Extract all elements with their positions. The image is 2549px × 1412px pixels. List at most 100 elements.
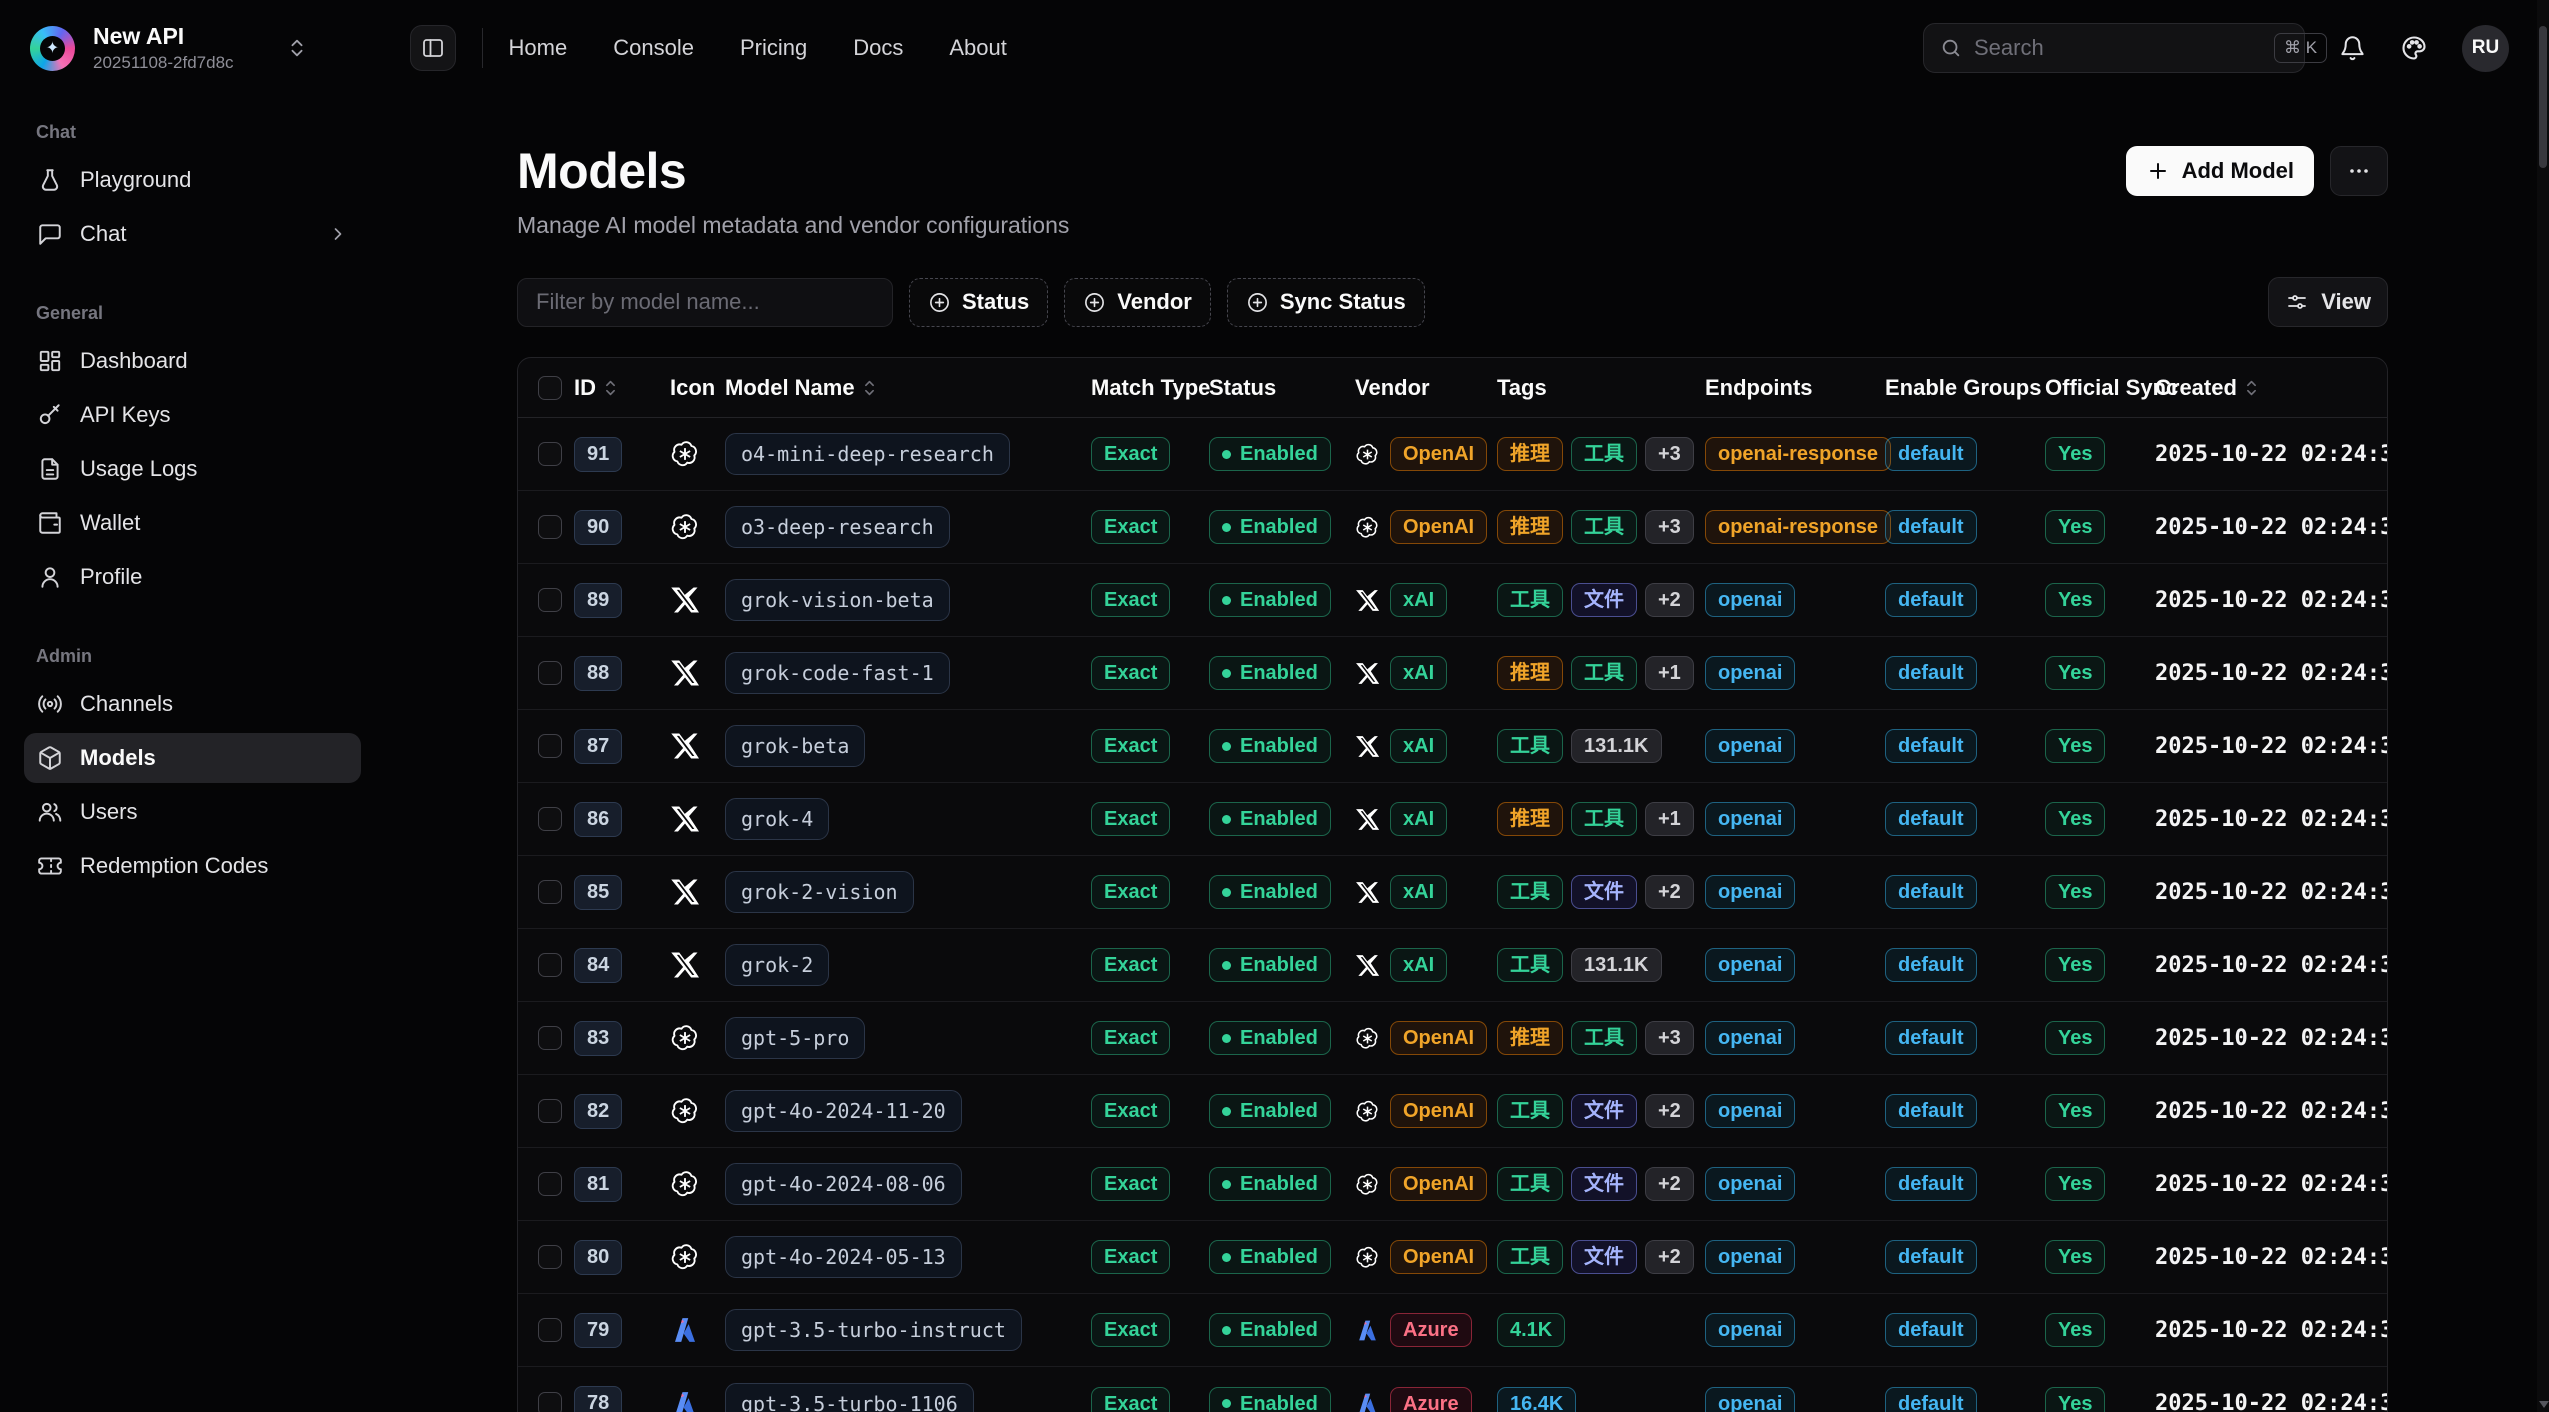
- official-sync-badge: Yes: [2045, 583, 2105, 617]
- created-cell: 2025-10-22 02:24:3: [2155, 442, 2387, 467]
- status-dot: [1222, 1253, 1231, 1262]
- model-name-chip: gpt-4o-2024-08-06: [725, 1163, 962, 1205]
- row-checkbox[interactable]: [538, 734, 562, 758]
- column-header-match: Match Type: [1091, 375, 1210, 401]
- row-checkbox[interactable]: [538, 515, 562, 539]
- created-cell: 2025-10-22 02:24:3: [2155, 515, 2387, 540]
- nav-link-console[interactable]: Console: [613, 35, 694, 61]
- created-cell: 2025-10-22 02:24:3: [2155, 1391, 2387, 1412]
- row-checkbox[interactable]: [538, 1099, 562, 1123]
- brand[interactable]: New API 20251108-2fd7d8c: [30, 23, 234, 73]
- sort-icon[interactable]: [2245, 378, 2258, 398]
- filter-sync-status-button[interactable]: Sync Status: [1227, 278, 1425, 327]
- add-model-button[interactable]: Add Model: [2126, 146, 2314, 196]
- more-actions-button[interactable]: [2330, 146, 2388, 196]
- table-row[interactable]: 85 grok-2-vision Exact Enabled xAI 工具文件+…: [518, 856, 2387, 929]
- sidebar-toggle-button[interactable]: [410, 25, 456, 71]
- row-checkbox[interactable]: [538, 661, 562, 685]
- tag-badge: 16.4K: [1497, 1387, 1576, 1412]
- sort-icon[interactable]: [863, 378, 876, 398]
- row-id-badge: 81: [574, 1167, 622, 1202]
- user-avatar[interactable]: RU: [2462, 25, 2509, 72]
- model-icon: [670, 1389, 725, 1412]
- scrollbar-down-arrow[interactable]: [2539, 1401, 2549, 1408]
- model-name-chip: gpt-3.5-turbo-1106: [725, 1383, 974, 1412]
- table-row[interactable]: 79 gpt-3.5-turbo-instruct Exact Enabled …: [518, 1294, 2387, 1367]
- model-name-filter-input[interactable]: [517, 278, 893, 327]
- chevrons-up-down-icon[interactable]: [286, 37, 308, 59]
- row-checkbox[interactable]: [538, 1392, 562, 1412]
- sidebar-item-users[interactable]: Users: [24, 787, 361, 837]
- status-label: Enabled: [1240, 1320, 1318, 1340]
- sidebar-item-chat[interactable]: Chat: [24, 209, 361, 259]
- created-cell: 2025-10-22 02:24:3: [2155, 1172, 2387, 1197]
- sidebar-item-redemption-codes[interactable]: Redemption Codes: [24, 841, 361, 891]
- sidebar-item-wallet[interactable]: Wallet: [24, 498, 361, 548]
- tag-badge: 推理: [1497, 510, 1563, 544]
- endpoint-badge: openai: [1705, 948, 1795, 982]
- sidebar-item-profile[interactable]: Profile: [24, 552, 361, 602]
- tag-badge: 文件: [1571, 583, 1637, 617]
- table-row[interactable]: 84 grok-2 Exact Enabled xAI 工具131.1K ope…: [518, 929, 2387, 1002]
- vendor-icon: [1355, 807, 1380, 832]
- official-sync-badge: Yes: [2045, 1313, 2105, 1347]
- endpoint-badge: openai: [1705, 1387, 1795, 1412]
- row-id-badge: 91: [574, 437, 622, 472]
- broadcast-icon: [37, 691, 63, 717]
- model-name-chip: gpt-3.5-turbo-instruct: [725, 1309, 1022, 1351]
- table-row[interactable]: 91 o4-mini-deep-research Exact Enabled O…: [518, 418, 2387, 491]
- model-icon: [670, 950, 725, 980]
- page-scrollbar[interactable]: [2537, 0, 2549, 1412]
- table-row[interactable]: 83 gpt-5-pro Exact Enabled OpenAI 推理工具+3…: [518, 1002, 2387, 1075]
- match-type-badge: Exact: [1091, 729, 1170, 763]
- scrollbar-thumb[interactable]: [2539, 26, 2547, 168]
- filter-status-button[interactable]: Status: [909, 278, 1048, 327]
- table-row[interactable]: 86 grok-4 Exact Enabled xAI 推理工具+1 opena…: [518, 783, 2387, 856]
- row-checkbox[interactable]: [538, 1245, 562, 1269]
- tag-badge: 工具: [1497, 875, 1563, 909]
- vendor-icon: [1355, 1318, 1380, 1343]
- table-row[interactable]: 88 grok-code-fast-1 Exact Enabled xAI 推理…: [518, 637, 2387, 710]
- notifications-bell-icon[interactable]: [2339, 35, 2366, 62]
- sidebar-item-dashboard[interactable]: Dashboard: [24, 336, 361, 386]
- filter-vendor-button[interactable]: Vendor: [1064, 278, 1211, 327]
- table-row[interactable]: 81 gpt-4o-2024-08-06 Exact Enabled OpenA…: [518, 1148, 2387, 1221]
- nav-link-home[interactable]: Home: [509, 35, 568, 61]
- row-checkbox[interactable]: [538, 807, 562, 831]
- status-label: Enabled: [1240, 882, 1318, 902]
- view-options-button[interactable]: View: [2268, 277, 2388, 327]
- row-checkbox[interactable]: [538, 1026, 562, 1050]
- nav-link-pricing[interactable]: Pricing: [740, 35, 807, 61]
- sidebar-item-api-keys[interactable]: API Keys: [24, 390, 361, 440]
- row-checkbox[interactable]: [538, 1318, 562, 1342]
- wallet-icon: [37, 510, 63, 536]
- row-checkbox[interactable]: [538, 880, 562, 904]
- tag-badge: +1: [1645, 656, 1694, 690]
- row-checkbox[interactable]: [538, 442, 562, 466]
- select-all-checkbox[interactable]: [538, 376, 562, 400]
- sidebar-item-usage-logs[interactable]: Usage Logs: [24, 444, 361, 494]
- status-badge: Enabled: [1209, 583, 1331, 617]
- sidebar-item-channels[interactable]: Channels: [24, 679, 361, 729]
- sidebar-item-label: Profile: [80, 564, 142, 590]
- vendor-icon: [1355, 1026, 1380, 1051]
- search-input[interactable]: [1974, 35, 2262, 61]
- theme-palette-icon[interactable]: [2400, 34, 2428, 62]
- global-search[interactable]: ⌘ K: [1923, 23, 2305, 73]
- row-checkbox[interactable]: [538, 953, 562, 977]
- table-row[interactable]: 90 o3-deep-research Exact Enabled OpenAI…: [518, 491, 2387, 564]
- sort-icon[interactable]: [604, 378, 617, 398]
- sidebar-item-playground[interactable]: Playground: [24, 155, 361, 205]
- sidebar-item-models[interactable]: Models: [24, 733, 361, 783]
- table-row[interactable]: 78 gpt-3.5-turbo-1106 Exact Enabled Azur…: [518, 1367, 2387, 1412]
- nav-link-about[interactable]: About: [949, 35, 1007, 61]
- nav-link-docs[interactable]: Docs: [853, 35, 903, 61]
- table-row[interactable]: 80 gpt-4o-2024-05-13 Exact Enabled OpenA…: [518, 1221, 2387, 1294]
- group-badge: default: [1885, 1313, 1977, 1347]
- table-row[interactable]: 89 grok-vision-beta Exact Enabled xAI 工具…: [518, 564, 2387, 637]
- table-row[interactable]: 82 gpt-4o-2024-11-20 Exact Enabled OpenA…: [518, 1075, 2387, 1148]
- row-checkbox[interactable]: [538, 1172, 562, 1196]
- tags-cell: 推理工具+3: [1497, 1021, 1705, 1055]
- table-row[interactable]: 87 grok-beta Exact Enabled xAI 工具131.1K …: [518, 710, 2387, 783]
- row-checkbox[interactable]: [538, 588, 562, 612]
